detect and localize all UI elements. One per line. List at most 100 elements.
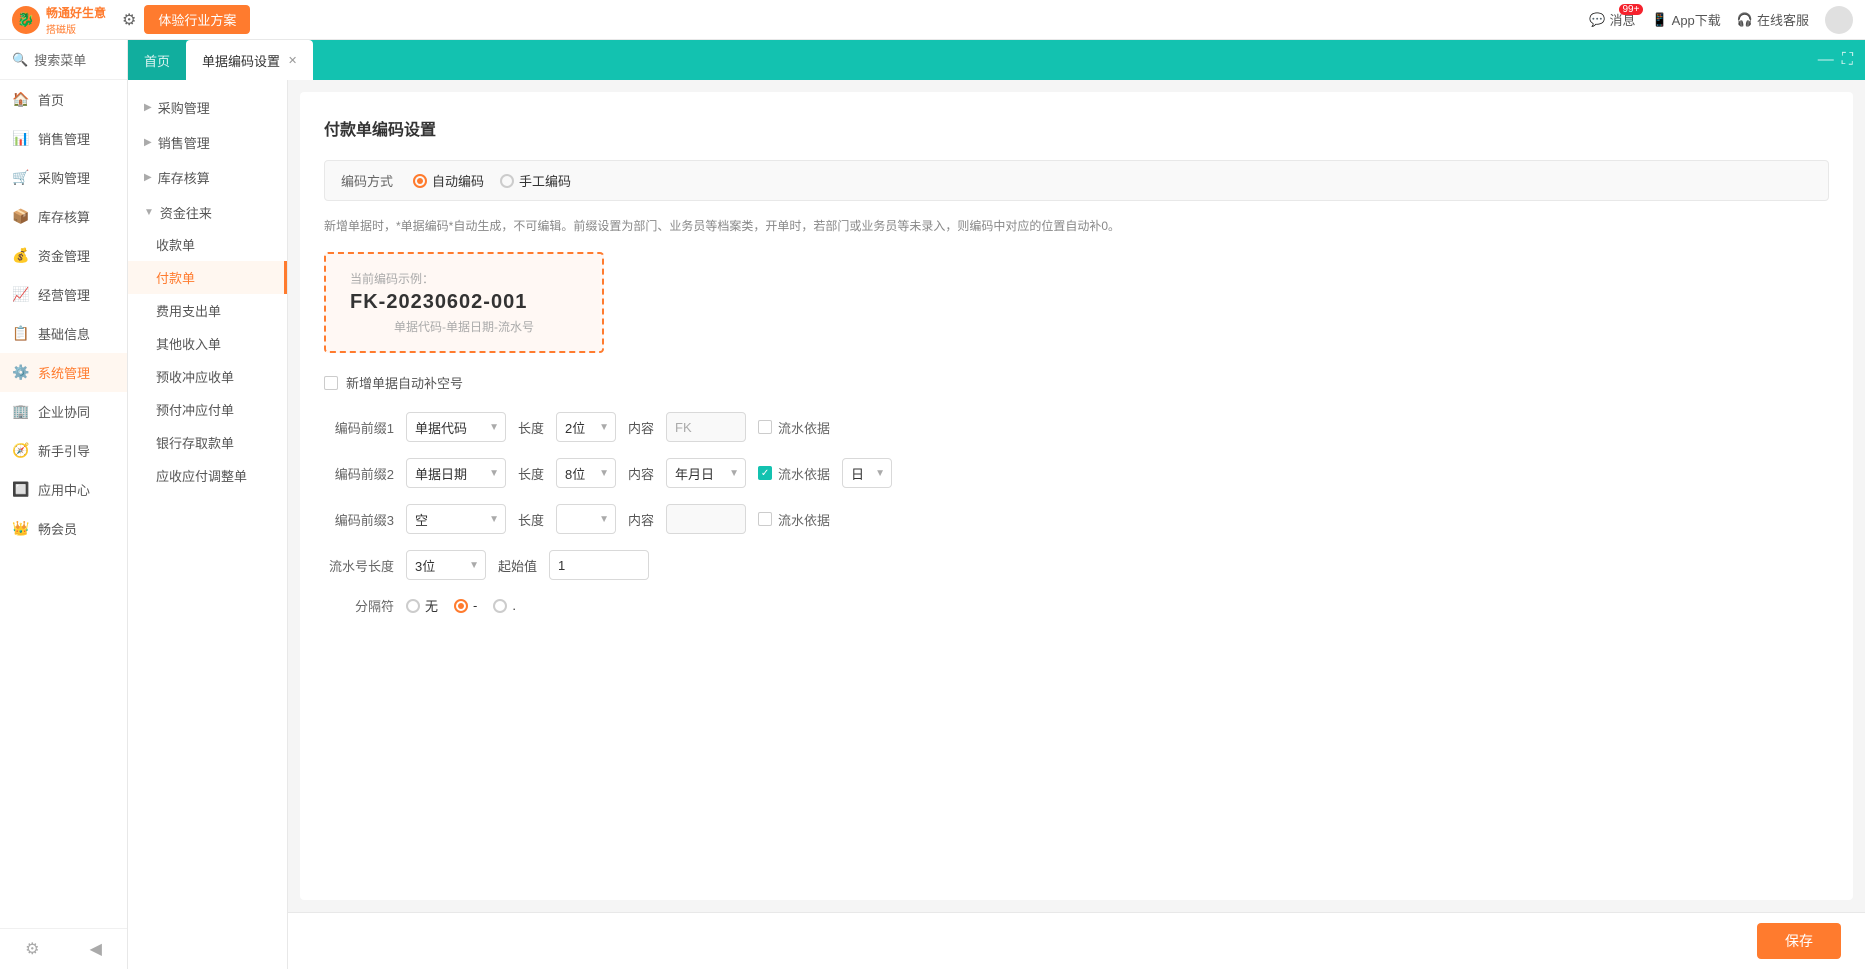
- sub-nav-item-expense[interactable]: 费用支出单: [128, 294, 287, 327]
- prefix3-length-select[interactable]: ▼: [556, 504, 616, 534]
- sidebar-search[interactable]: 🔍 搜索菜单: [0, 40, 127, 80]
- auto-fill-checkbox[interactable]: [324, 376, 338, 390]
- sub-nav: ▶ 采购管理 ▶ 销售管理 ▶ 库存核算: [128, 80, 288, 969]
- sidebar-item-inventory[interactable]: 📦 库存核算: [0, 197, 127, 236]
- encoding-method-label: 编码方式: [341, 171, 393, 190]
- prefix2-serial-checkbox[interactable]: [758, 466, 772, 480]
- settings-icon[interactable]: ⚙: [122, 10, 136, 30]
- prefix2-length-select[interactable]: 8位 ▼: [556, 458, 616, 488]
- search-icon: 🔍: [12, 52, 28, 68]
- settings-bottom-icon[interactable]: ⚙: [25, 939, 39, 959]
- info-text: 新增单据时，*单据编码*自动生成，不可编辑。前缀设置为部门、业务员等档案类，开单…: [324, 217, 1829, 236]
- prefix1-serial-checkbox[interactable]: [758, 420, 772, 434]
- sub-nav-item-receipt[interactable]: 收款单: [128, 228, 287, 261]
- sub-nav-item-ap-adjust[interactable]: 应收应付调整单: [128, 459, 287, 492]
- prefix2-length-label: 长度: [518, 464, 544, 483]
- tab-maximize-icon[interactable]: ⛶: [1842, 51, 1853, 69]
- messages-item[interactable]: 💬 消息 99+: [1589, 10, 1635, 29]
- sidebar-item-apps[interactable]: 🔲 应用中心: [0, 470, 127, 509]
- sub-nav-item-prepay-receive[interactable]: 预收冲应收单: [128, 360, 287, 393]
- chevron-right-icon: ▶: [144, 102, 152, 113]
- sub-nav-group-purchase-title[interactable]: ▶ 采购管理: [128, 92, 287, 123]
- sub-nav-item-payment[interactable]: 付款单: [128, 261, 287, 294]
- prefix3-select[interactable]: 空 ▼: [406, 504, 506, 534]
- sub-nav-item-other-income[interactable]: 其他收入单: [128, 327, 287, 360]
- collapse-icon[interactable]: ◀: [90, 939, 102, 959]
- main-layout: 🔍 搜索菜单 🏠 首页 📊 销售管理 🛒 采购管理 📦 库存核算 💰 资金管理 …: [0, 40, 1865, 969]
- top-bar: 🐉 畅通好生意 搭磁版 ⚙ 体验行业方案 💬 消息 99+ 📱 App下载 🎧 …: [0, 0, 1865, 40]
- sidebar-bottom: ⚙ ◀: [0, 928, 127, 969]
- sub-nav-group-inventory: ▶ 库存核算: [128, 162, 287, 193]
- sidebar-item-system[interactable]: ⚙️ 系统管理: [0, 353, 127, 392]
- sub-nav-group-inventory-title[interactable]: ▶ 库存核算: [128, 162, 287, 193]
- page-title: 付款单编码设置: [324, 116, 1829, 140]
- prefix2-select[interactable]: 单据日期 ▼: [406, 458, 506, 488]
- encoding-method-bar: 编码方式 自动编码 手工编码: [324, 160, 1829, 201]
- prefix2-serial-label: 流水依据: [778, 464, 830, 483]
- chevron-right-icon3: ▶: [144, 172, 152, 183]
- sub-nav-item-bank-deposit[interactable]: 银行存取款单: [128, 426, 287, 459]
- sep-dot-radio[interactable]: .: [493, 598, 516, 613]
- start-value-input[interactable]: [549, 550, 649, 580]
- chevron-down-icon: ▼: [144, 207, 154, 218]
- service-item[interactable]: 🎧 在线客服: [1737, 10, 1809, 29]
- sub-nav-item-prepay-pay[interactable]: 预付冲应付单: [128, 393, 287, 426]
- top-bar-right: 💬 消息 99+ 📱 App下载 🎧 在线客服: [1589, 6, 1853, 34]
- sidebar: 🔍 搜索菜单 🏠 首页 📊 销售管理 🛒 采购管理 📦 库存核算 💰 资金管理 …: [0, 40, 128, 969]
- radio-auto-encode[interactable]: 自动编码: [413, 171, 484, 190]
- serial-length-label: 流水号长度: [324, 556, 394, 575]
- avatar[interactable]: [1825, 6, 1853, 34]
- home-icon: 🏠: [12, 91, 30, 109]
- sep-hyphen-circle: [454, 599, 468, 613]
- sidebar-item-purchase[interactable]: 🛒 采购管理: [0, 158, 127, 197]
- sep-none-circle: [406, 599, 420, 613]
- sep-hyphen-radio[interactable]: -: [454, 598, 477, 613]
- code-preview-box: 当前编码示例： FK-20230602-001 单据代码-单据日期-流水号: [324, 252, 604, 353]
- sidebar-item-member[interactable]: 👑 畅会员: [0, 509, 127, 548]
- prefix1-content-input[interactable]: [666, 412, 746, 442]
- tab-minimize-icon[interactable]: —: [1818, 51, 1834, 69]
- prefix3-label: 编码前缀3: [324, 510, 394, 529]
- sidebar-item-enterprise[interactable]: 🏢 企业协同: [0, 392, 127, 431]
- prefix3-content-input[interactable]: [666, 504, 746, 534]
- sidebar-item-guide[interactable]: 🧭 新手引导: [0, 431, 127, 470]
- save-footer: 保存: [288, 912, 1865, 969]
- prefix2-content-arrow: ▼: [729, 468, 739, 479]
- tab-close-encode[interactable]: ✕: [288, 54, 297, 67]
- prefix3-length-arrow: ▼: [599, 514, 609, 525]
- prefix3-arrow: ▼: [489, 514, 499, 525]
- sub-nav-group-sales-title[interactable]: ▶ 销售管理: [128, 127, 287, 158]
- prefix1-length-label: 长度: [518, 418, 544, 437]
- prefix3-serial-checkbox[interactable]: [758, 512, 772, 526]
- message-icon: 💬: [1589, 12, 1605, 28]
- tab-encode[interactable]: 单据编码设置 ✕: [186, 40, 313, 80]
- prefix1-length-arrow: ▼: [599, 422, 609, 433]
- content-area: 首页 单据编码设置 ✕ — ⛶ ▶ 采购管理: [128, 40, 1865, 969]
- tab-home[interactable]: 首页: [128, 40, 186, 80]
- prefix1-select[interactable]: 单据代码 ▼: [406, 412, 506, 442]
- prefix2-row: 编码前缀2 单据日期 ▼ 长度 8位 ▼ 内容 年月日: [324, 458, 1829, 488]
- sub-nav-group-capital-title[interactable]: ▼ 资金往来: [128, 197, 287, 228]
- main-panel: 付款单编码设置 编码方式 自动编码 手工编码: [300, 92, 1853, 900]
- sidebar-item-finance[interactable]: 💰 资金管理: [0, 236, 127, 275]
- member-icon: 👑: [12, 520, 30, 538]
- tab-bar-actions: — ⛶: [1818, 51, 1865, 69]
- sidebar-item-sales[interactable]: 📊 销售管理: [0, 119, 127, 158]
- sidebar-item-base[interactable]: 📋 基础信息: [0, 314, 127, 353]
- prefix2-serial-unit-select[interactable]: 日 ▼: [842, 458, 892, 488]
- separator-row: 分隔符 无 - .: [324, 596, 1829, 615]
- top-bar-controls: ⚙ 体验行业方案: [114, 5, 250, 34]
- save-button[interactable]: 保存: [1757, 923, 1841, 959]
- page-content: ▶ 采购管理 ▶ 销售管理 ▶ 库存核算: [128, 80, 1865, 969]
- radio-manual-encode[interactable]: 手工编码: [500, 171, 571, 190]
- app-download-item[interactable]: 📱 App下载: [1651, 10, 1720, 29]
- try-button[interactable]: 体验行业方案: [144, 5, 250, 34]
- prefix2-content-select[interactable]: 年月日 ▼: [666, 458, 746, 488]
- main-panel-wrapper: 付款单编码设置 编码方式 自动编码 手工编码: [288, 80, 1865, 969]
- code-preview-value: FK-20230602-001: [350, 291, 578, 314]
- serial-length-select[interactable]: 3位 ▼: [406, 550, 486, 580]
- sep-none-radio[interactable]: 无: [406, 596, 438, 615]
- prefix1-length-select[interactable]: 2位 ▼: [556, 412, 616, 442]
- sidebar-item-operation[interactable]: 📈 经营管理: [0, 275, 127, 314]
- sidebar-item-home[interactable]: 🏠 首页: [0, 80, 127, 119]
